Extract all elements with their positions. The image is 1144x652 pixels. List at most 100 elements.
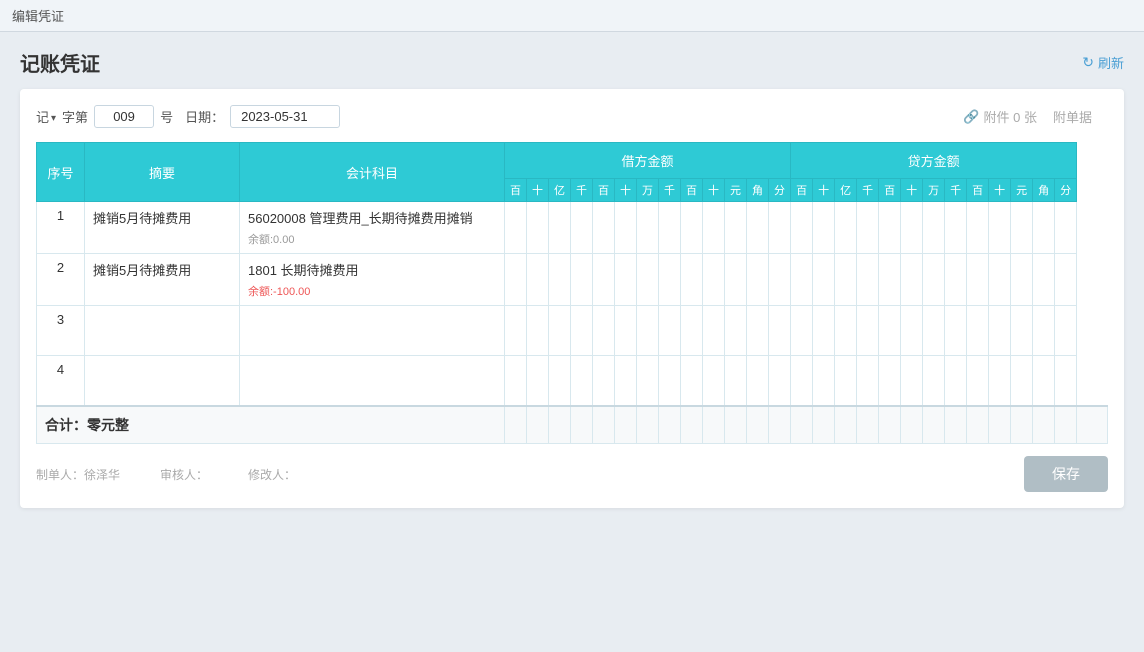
debit-digit-cell[interactable]: [747, 356, 769, 406]
debit-digit-cell[interactable]: [747, 202, 769, 254]
credit-digit-cell[interactable]: [901, 254, 923, 306]
credit-digit-cell[interactable]: [1033, 306, 1055, 356]
credit-digit-cell[interactable]: [835, 306, 857, 356]
summary-cell[interactable]: [85, 356, 240, 406]
account-cell[interactable]: 1801 长期待摊费用余额:-100.00: [240, 254, 505, 306]
credit-digit-cell[interactable]: [857, 306, 879, 356]
credit-digit-cell[interactable]: [879, 306, 901, 356]
debit-digit-cell[interactable]: [593, 306, 615, 356]
summary-cell[interactable]: 摊销5月待摊费用: [85, 202, 240, 254]
debit-digit-cell[interactable]: [527, 254, 549, 306]
debit-digit-cell[interactable]: [703, 202, 725, 254]
credit-digit-cell[interactable]: [945, 306, 967, 356]
credit-digit-cell[interactable]: [813, 356, 835, 406]
credit-digit-cell[interactable]: [923, 356, 945, 406]
credit-digit-cell[interactable]: [1055, 202, 1077, 254]
debit-digit-cell[interactable]: [725, 202, 747, 254]
debit-digit-cell[interactable]: [505, 306, 527, 356]
credit-digit-cell[interactable]: [879, 202, 901, 254]
debit-digit-cell[interactable]: [571, 356, 593, 406]
credit-digit-cell[interactable]: [989, 356, 1011, 406]
debit-digit-cell[interactable]: [637, 306, 659, 356]
debit-digit-cell[interactable]: [549, 306, 571, 356]
debit-digit-cell[interactable]: [637, 356, 659, 406]
credit-digit-cell[interactable]: [967, 202, 989, 254]
debit-digit-cell[interactable]: [593, 202, 615, 254]
credit-digit-cell[interactable]: [879, 356, 901, 406]
debit-digit-cell[interactable]: [725, 254, 747, 306]
save-button[interactable]: 保存: [1024, 456, 1108, 492]
debit-digit-cell[interactable]: [637, 202, 659, 254]
credit-digit-cell[interactable]: [791, 254, 813, 306]
credit-digit-cell[interactable]: [945, 202, 967, 254]
credit-digit-cell[interactable]: [967, 254, 989, 306]
credit-digit-cell[interactable]: [1055, 254, 1077, 306]
debit-digit-cell[interactable]: [725, 306, 747, 356]
account-cell[interactable]: [240, 356, 505, 406]
credit-digit-cell[interactable]: [835, 202, 857, 254]
credit-digit-cell[interactable]: [1033, 202, 1055, 254]
debit-digit-cell[interactable]: [549, 202, 571, 254]
debit-digit-cell[interactable]: [703, 306, 725, 356]
debit-digit-cell[interactable]: [527, 356, 549, 406]
credit-digit-cell[interactable]: [901, 202, 923, 254]
debit-digit-cell[interactable]: [725, 356, 747, 406]
credit-digit-cell[interactable]: [989, 254, 1011, 306]
credit-digit-cell[interactable]: [835, 356, 857, 406]
credit-digit-cell[interactable]: [1055, 306, 1077, 356]
debit-digit-cell[interactable]: [769, 202, 791, 254]
table-row[interactable]: 4: [37, 356, 1108, 406]
debit-digit-cell[interactable]: [769, 356, 791, 406]
voucher-type-dropdown[interactable]: 记: [36, 107, 56, 126]
credit-digit-cell[interactable]: [791, 356, 813, 406]
debit-digit-cell[interactable]: [681, 306, 703, 356]
credit-digit-cell[interactable]: [901, 356, 923, 406]
debit-digit-cell[interactable]: [571, 202, 593, 254]
debit-digit-cell[interactable]: [615, 356, 637, 406]
credit-digit-cell[interactable]: [967, 306, 989, 356]
debit-digit-cell[interactable]: [659, 356, 681, 406]
debit-digit-cell[interactable]: [769, 306, 791, 356]
credit-digit-cell[interactable]: [1033, 356, 1055, 406]
credit-digit-cell[interactable]: [857, 254, 879, 306]
debit-digit-cell[interactable]: [747, 306, 769, 356]
debit-digit-cell[interactable]: [615, 254, 637, 306]
credit-digit-cell[interactable]: [813, 202, 835, 254]
summary-cell[interactable]: 摊销5月待摊费用: [85, 254, 240, 306]
voucher-number-input[interactable]: [94, 105, 154, 128]
credit-digit-cell[interactable]: [967, 356, 989, 406]
debit-digit-cell[interactable]: [659, 306, 681, 356]
debit-digit-cell[interactable]: [659, 254, 681, 306]
debit-digit-cell[interactable]: [747, 254, 769, 306]
debit-digit-cell[interactable]: [571, 254, 593, 306]
debit-digit-cell[interactable]: [615, 306, 637, 356]
credit-digit-cell[interactable]: [1011, 306, 1033, 356]
debit-digit-cell[interactable]: [505, 254, 527, 306]
table-row[interactable]: 3: [37, 306, 1108, 356]
attachment-link[interactable]: 🔗 附件 0 张: [963, 107, 1037, 126]
credit-digit-cell[interactable]: [1011, 254, 1033, 306]
debit-digit-cell[interactable]: [549, 254, 571, 306]
credit-digit-cell[interactable]: [923, 254, 945, 306]
credit-digit-cell[interactable]: [879, 254, 901, 306]
account-cell[interactable]: 56020008 管理费用_长期待摊费用摊销余额:0.00: [240, 202, 505, 254]
table-row[interactable]: 2摊销5月待摊费用1801 长期待摊费用余额:-100.00: [37, 254, 1108, 306]
debit-digit-cell[interactable]: [703, 356, 725, 406]
credit-digit-cell[interactable]: [813, 254, 835, 306]
credit-digit-cell[interactable]: [1011, 202, 1033, 254]
credit-digit-cell[interactable]: [835, 254, 857, 306]
credit-digit-cell[interactable]: [857, 202, 879, 254]
credit-digit-cell[interactable]: [1055, 356, 1077, 406]
date-input[interactable]: [230, 105, 340, 128]
refresh-button[interactable]: ↻ 刷新: [1082, 53, 1124, 72]
credit-digit-cell[interactable]: [923, 306, 945, 356]
table-row[interactable]: 1摊销5月待摊费用56020008 管理费用_长期待摊费用摊销余额:0.00: [37, 202, 1108, 254]
credit-digit-cell[interactable]: [1011, 356, 1033, 406]
debit-digit-cell[interactable]: [505, 202, 527, 254]
debit-digit-cell[interactable]: [659, 202, 681, 254]
debit-digit-cell[interactable]: [549, 356, 571, 406]
credit-digit-cell[interactable]: [945, 356, 967, 406]
debit-digit-cell[interactable]: [527, 306, 549, 356]
debit-digit-cell[interactable]: [593, 356, 615, 406]
summary-cell[interactable]: [85, 306, 240, 356]
